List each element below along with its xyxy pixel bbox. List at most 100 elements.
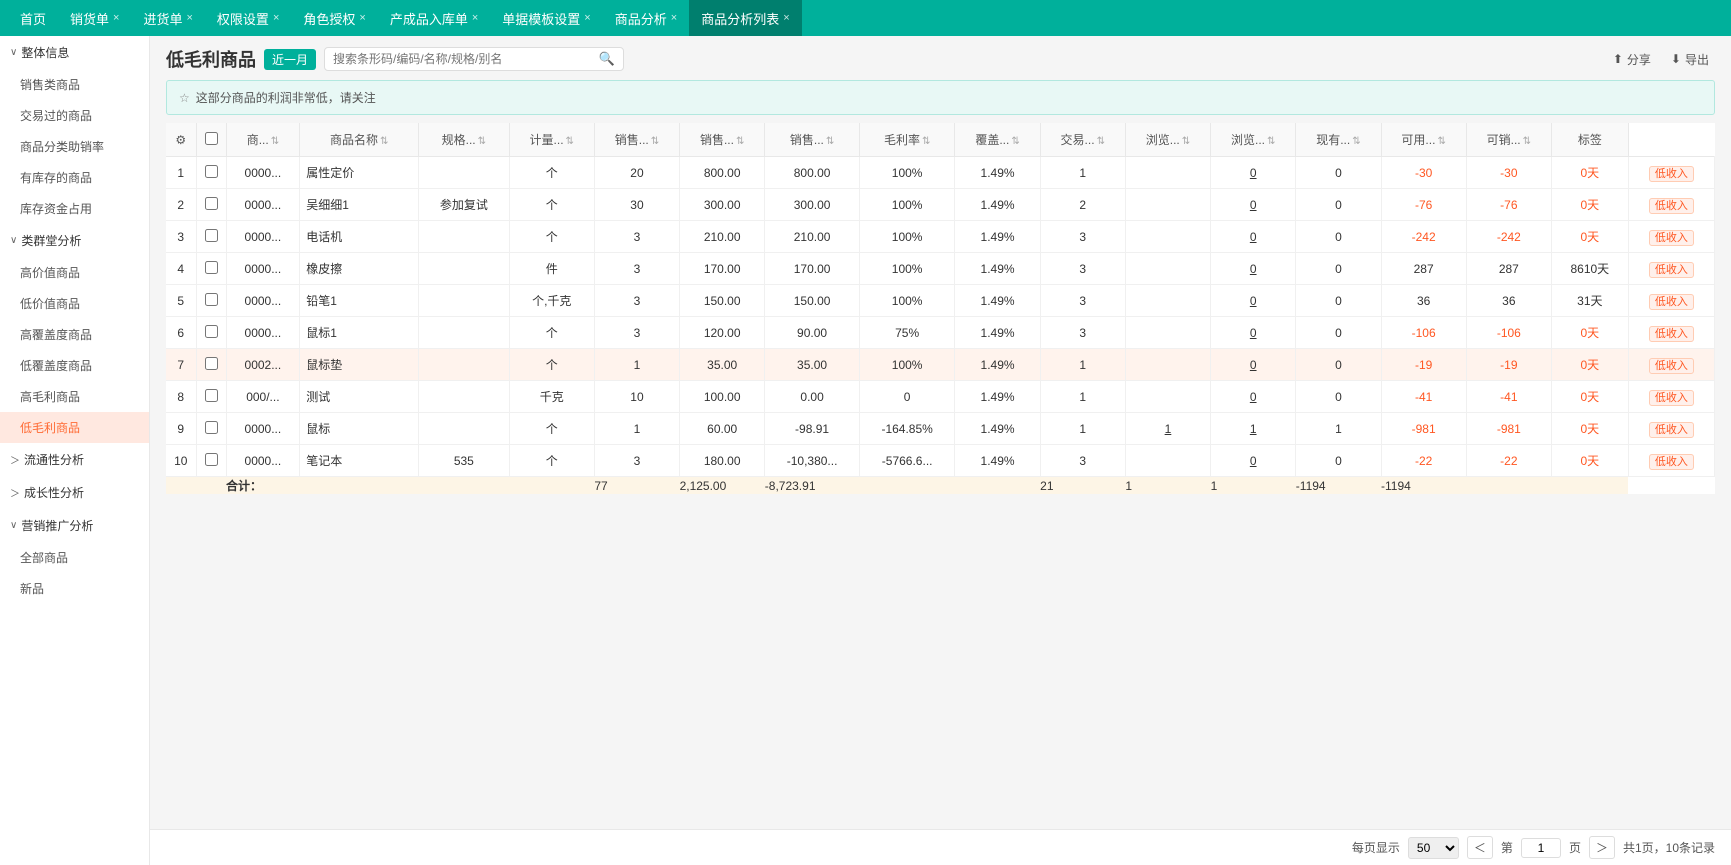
col-spec[interactable]: 规格...⇅	[419, 123, 510, 157]
col-code[interactable]: 商...⇅	[226, 123, 300, 157]
row-checkbox[interactable]	[196, 413, 226, 445]
col-coverage[interactable]: 覆盖...⇅	[955, 123, 1040, 157]
footer-browse1: 1	[1125, 477, 1210, 495]
sidebar-item-low-value[interactable]: 低价值商品	[0, 288, 149, 319]
sidebar-item-high-gross[interactable]: 高毛利商品	[0, 381, 149, 412]
export-button[interactable]: ⬇ 导出	[1665, 48, 1715, 71]
row-checkbox[interactable]	[196, 349, 226, 381]
share-button[interactable]: ⬆ 分享	[1607, 48, 1657, 71]
col-trade[interactable]: 交易...⇅	[1040, 123, 1125, 157]
sidebar-item-new-goods[interactable]: 新品	[0, 573, 149, 604]
col-browse2[interactable]: 浏览...⇅	[1211, 123, 1296, 157]
close-icon[interactable]: ×	[273, 12, 279, 24]
row-trade	[1125, 317, 1210, 349]
bottom-bar: 每页显示 50 20 100 ＜ 第 页 ＞ 共1页，10条记录	[150, 829, 1731, 865]
row-checkbox[interactable]	[196, 157, 226, 189]
col-browse1[interactable]: 浏览...⇅	[1125, 123, 1210, 157]
sidebar-item-sales-goods[interactable]: 销售类商品	[0, 69, 149, 100]
row-gross: 1.49%	[955, 317, 1040, 349]
col-usable[interactable]: 可用...⇅	[1381, 123, 1466, 157]
row-usable: -41	[1466, 381, 1551, 413]
sidebar-item-traded-goods[interactable]: 交易过的商品	[0, 100, 149, 131]
col-unit[interactable]: 计量...⇅	[509, 123, 594, 157]
col-stock[interactable]: 现有...⇅	[1296, 123, 1381, 157]
col-settings[interactable]: ⚙	[166, 123, 196, 157]
prev-page-button[interactable]: ＜	[1467, 836, 1493, 859]
header-actions: ⬆ 分享 ⬇ 导出	[1607, 48, 1715, 71]
col-gross[interactable]: 毛利率⇅	[859, 123, 955, 157]
row-num: 2	[166, 189, 196, 221]
row-checkbox[interactable]	[196, 445, 226, 477]
row-trade	[1125, 253, 1210, 285]
footer-coverage	[955, 477, 1040, 495]
filter-tag[interactable]: 近一月	[264, 49, 316, 70]
sidebar-group-cluster[interactable]: ∨ 类群堂分析	[0, 224, 149, 257]
row-checkbox[interactable]	[196, 189, 226, 221]
search-input[interactable]	[333, 52, 599, 66]
row-price3: -5766.6...	[859, 445, 955, 477]
row-browse1: 1	[1211, 413, 1296, 445]
select-all-checkbox[interactable]	[205, 132, 218, 145]
export-icon: ⬇	[1671, 52, 1681, 66]
page-of-label: 页	[1569, 839, 1581, 856]
close-icon[interactable]: ×	[113, 12, 119, 24]
col-sellable[interactable]: 可销...⇅	[1466, 123, 1551, 157]
col-name[interactable]: 商品名称⇅	[300, 123, 419, 157]
nav-item-home[interactable]: 首页	[8, 0, 58, 36]
row-browse2: 0	[1296, 189, 1381, 221]
sidebar-item-all-goods[interactable]: 全部商品	[0, 542, 149, 573]
row-gross: 1.49%	[955, 285, 1040, 317]
nav-item-purchase[interactable]: 进货单 ×	[131, 0, 204, 36]
nav-item-product[interactable]: 产成品入库单 ×	[378, 0, 490, 36]
sidebar-item-high-coverage[interactable]: 高覆盖度商品	[0, 319, 149, 350]
row-coverage: 3	[1040, 253, 1125, 285]
row-stock: -19	[1381, 349, 1466, 381]
per-page-select[interactable]: 50 20 100	[1408, 837, 1459, 859]
sidebar-item-stock-capital[interactable]: 库存资金占用	[0, 193, 149, 224]
nav-item-sales[interactable]: 销货单 ×	[58, 0, 131, 36]
row-stock: -76	[1381, 189, 1466, 221]
sidebar-item-high-value[interactable]: 高价值商品	[0, 257, 149, 288]
row-tag: 低收入	[1628, 413, 1714, 445]
info-icon: ☆	[179, 91, 190, 105]
sidebar-group-overall[interactable]: ∨ 整体信息	[0, 36, 149, 69]
sidebar-group-marketing[interactable]: ∨ 营销推广分析	[0, 509, 149, 542]
close-icon[interactable]: ×	[584, 12, 590, 24]
col-price1[interactable]: 销售...⇅	[680, 123, 765, 157]
row-name: 测试	[300, 381, 419, 413]
sidebar-group-circulation[interactable]: ＞ 流通性分析	[0, 443, 149, 476]
close-icon[interactable]: ×	[671, 12, 677, 24]
nav-item-permission[interactable]: 权限设置 ×	[205, 0, 291, 36]
sidebar-item-low-gross[interactable]: 低毛利商品	[0, 412, 149, 443]
row-qty: 10	[594, 381, 679, 413]
close-icon[interactable]: ×	[186, 12, 192, 24]
col-qty[interactable]: 销售...⇅	[594, 123, 679, 157]
row-checkbox[interactable]	[196, 253, 226, 285]
col-price2[interactable]: 销售...⇅	[765, 123, 860, 157]
footer-label	[166, 477, 226, 495]
next-page-button[interactable]: ＞	[1589, 836, 1615, 859]
nav-item-analysis[interactable]: 商品分析 ×	[603, 0, 689, 36]
sidebar-group-growth[interactable]: ＞ 成长性分析	[0, 476, 149, 509]
row-stock: -30	[1381, 157, 1466, 189]
page-input[interactable]	[1521, 838, 1561, 858]
nav-item-role[interactable]: 角色授权 ×	[291, 0, 377, 36]
row-unit: 个	[509, 189, 594, 221]
row-checkbox[interactable]	[196, 317, 226, 349]
row-checkbox[interactable]	[196, 381, 226, 413]
sidebar-item-category-rate[interactable]: 商品分类助销率	[0, 131, 149, 162]
nav-item-analysis-list[interactable]: 商品分析列表 ×	[689, 0, 801, 36]
close-icon[interactable]: ×	[472, 12, 478, 24]
table-row: 5 0000... 铅笔1 个,千克 3 150.00 150.00 100% …	[166, 285, 1715, 317]
sidebar-item-low-coverage[interactable]: 低覆盖度商品	[0, 350, 149, 381]
nav-item-template[interactable]: 单据模板设置 ×	[490, 0, 602, 36]
row-spec	[419, 413, 510, 445]
close-icon[interactable]: ×	[359, 12, 365, 24]
row-checkbox[interactable]	[196, 221, 226, 253]
row-browse2: 0	[1296, 381, 1381, 413]
close-icon[interactable]: ×	[783, 12, 789, 24]
row-checkbox[interactable]	[196, 285, 226, 317]
sidebar-item-stock-goods[interactable]: 有库存的商品	[0, 162, 149, 193]
row-coverage: 1	[1040, 381, 1125, 413]
row-browse2: 0	[1296, 157, 1381, 189]
